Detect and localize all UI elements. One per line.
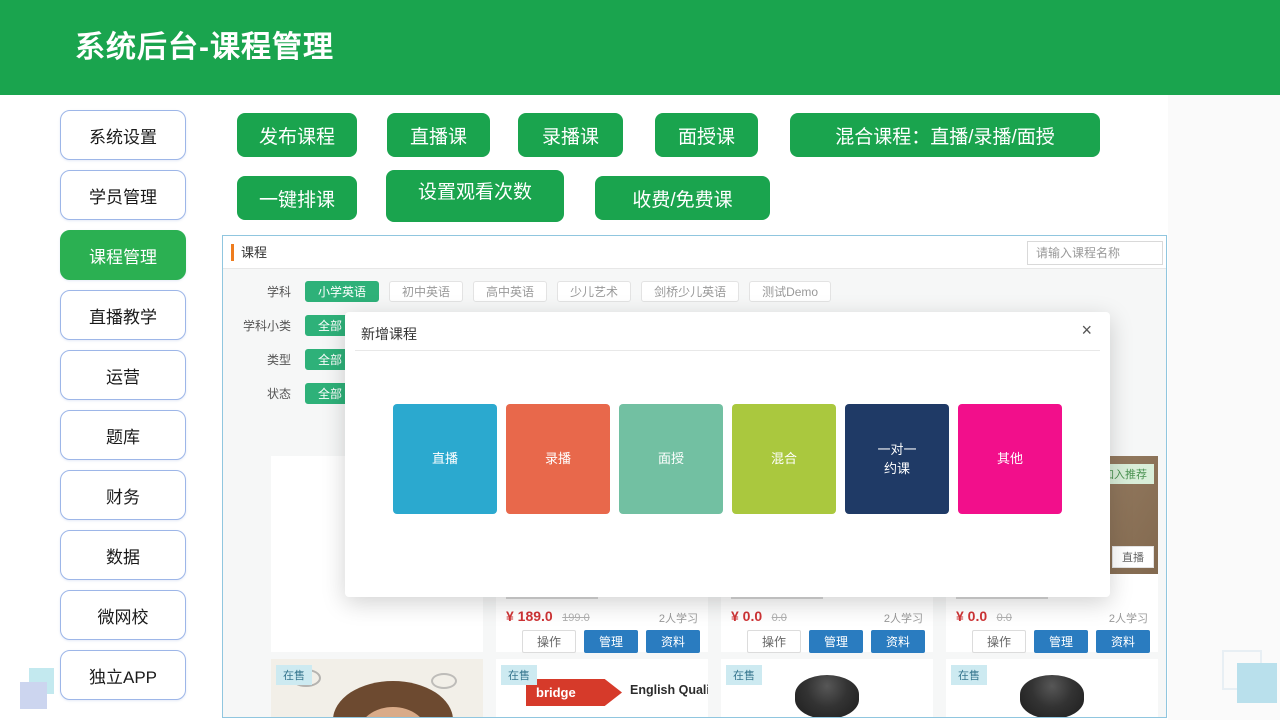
on-sale-badge: 在售 (276, 665, 312, 685)
price-row: ¥ 0.0 0.0 2人学习 (956, 608, 1148, 626)
globe-base-photo (1020, 675, 1084, 718)
pill-recorded-course[interactable]: 录播课 (518, 113, 623, 157)
corner-decoration (1237, 663, 1277, 703)
pill-offline-course[interactable]: 面授课 (655, 113, 758, 157)
tile-offline[interactable]: 面授 (619, 404, 723, 514)
material-button[interactable]: 资料 (871, 630, 925, 653)
panel-accent-bar (231, 244, 234, 261)
sidebar-item-operations[interactable]: 运营 (60, 350, 186, 400)
operate-button[interactable]: 操作 (747, 630, 801, 653)
filter-label: 学科 (223, 283, 291, 300)
filter-tag-junior-english[interactable]: 初中英语 (389, 281, 463, 302)
price-row: ¥ 0.0 0.0 2人学习 (731, 608, 923, 626)
tile-label-line2: 约课 (884, 459, 910, 479)
corner-decoration (20, 682, 47, 709)
students-count: 2人学习 (1109, 610, 1148, 626)
sidebar-item-finance[interactable]: 财务 (60, 470, 186, 520)
pill-set-view-count[interactable]: 设置观看次数 (386, 170, 564, 222)
on-sale-badge: 在售 (726, 665, 762, 685)
app-header: 系统后台-课程管理 (0, 0, 1280, 95)
right-background (1168, 95, 1280, 720)
filter-row-type: 类型 全部 (223, 347, 355, 371)
course-thumbnail-card[interactable]: 在售 bridge English Qualifications (496, 659, 708, 718)
pill-paid-free-course[interactable]: 收费/免费课 (595, 176, 770, 220)
pill-mixed-course[interactable]: 混合课程：直播/录播/面授 (790, 113, 1100, 157)
filter-tag-test-demo[interactable]: 测试Demo (749, 281, 831, 302)
tile-recorded[interactable]: 录播 (506, 404, 610, 514)
course-type-tiles: 直播 录播 面授 混合 一对一 约课 其他 (393, 404, 1062, 514)
page-title: 系统后台-课程管理 (75, 0, 334, 95)
panel-header: 课程 (223, 236, 1166, 269)
search-input[interactable] (1027, 241, 1163, 265)
globe-base-photo (795, 675, 859, 718)
manage-button[interactable]: 管理 (1034, 630, 1088, 653)
sidebar-item-system-settings[interactable]: 系统设置 (60, 110, 186, 160)
tile-mixed[interactable]: 混合 (732, 404, 836, 514)
filter-tags: 小学英语 初中英语 高中英语 少儿艺术 剑桥少儿英语 测试Demo (305, 281, 831, 302)
original-price: 199.0 (562, 612, 590, 624)
tile-label: 其他 (997, 449, 1023, 469)
sidebar-item-student-management[interactable]: 学员管理 (60, 170, 186, 220)
students-count: 2人学习 (659, 610, 698, 626)
new-course-modal: 新增课程 × 直播 录播 面授 混合 一对一 约课 其他 (345, 312, 1110, 597)
course-price: ¥ 0.0 (956, 608, 987, 624)
filter-row-status: 状态 全部 (223, 381, 355, 405)
modal-divider (355, 350, 1100, 351)
tile-label: 录播 (545, 449, 571, 469)
filter-tag-cambridge-english[interactable]: 剑桥少儿英语 (641, 281, 739, 302)
sidebar-item-live-teaching[interactable]: 直播教学 (60, 290, 186, 340)
original-price: 0.0 (997, 612, 1012, 624)
sidebar-item-data[interactable]: 数据 (60, 530, 186, 580)
sidebar-item-standalone-app[interactable]: 独立APP (60, 650, 186, 700)
filter-tag-children-art[interactable]: 少儿艺术 (557, 281, 631, 302)
tile-other[interactable]: 其他 (958, 404, 1062, 514)
filter-label: 状态 (223, 385, 291, 402)
pill-one-click-schedule[interactable]: 一键排课 (237, 176, 357, 220)
material-button[interactable]: 资料 (646, 630, 700, 653)
filter-row-subject: 学科 小学英语 初中英语 高中英语 少儿艺术 剑桥少儿英语 测试Demo (223, 279, 831, 303)
course-price: ¥ 0.0 (731, 608, 762, 624)
sidebar-item-question-bank[interactable]: 题库 (60, 410, 186, 460)
manage-button[interactable]: 管理 (809, 630, 863, 653)
filter-label: 学科小类 (223, 317, 291, 334)
cambridge-logo: bridge (526, 679, 622, 706)
panel-title: 课程 (241, 236, 267, 269)
material-button[interactable]: 资料 (1096, 630, 1150, 653)
tile-label-line1: 一对一 (877, 440, 916, 460)
pill-live-course[interactable]: 直播课 (387, 113, 490, 157)
course-thumbnail-card[interactable]: 在售 (721, 659, 933, 718)
on-sale-badge: 在售 (501, 665, 537, 685)
tile-label: 直播 (432, 449, 458, 469)
cambridge-title: English Qualifications (630, 683, 708, 697)
sidebar-item-course-management[interactable]: 课程管理 (60, 230, 186, 280)
course-price: ¥ 189.0 (506, 608, 553, 624)
operate-button[interactable]: 操作 (522, 630, 576, 653)
tile-one-on-one[interactable]: 一对一 约课 (845, 404, 949, 514)
sidebar-item-micro-school[interactable]: 微网校 (60, 590, 186, 640)
original-price: 0.0 (772, 612, 787, 624)
manage-button[interactable]: 管理 (584, 630, 638, 653)
students-count: 2人学习 (884, 610, 923, 626)
price-row: ¥ 189.0 199.0 2人学习 (506, 608, 698, 626)
tile-label: 面授 (658, 449, 684, 469)
course-thumbnail-card[interactable]: 在售 (271, 659, 483, 718)
filter-tag-senior-english[interactable]: 高中英语 (473, 281, 547, 302)
pill-publish-course[interactable]: 发布课程 (237, 113, 357, 157)
tile-label: 混合 (771, 449, 797, 469)
filter-label: 类型 (223, 351, 291, 368)
on-sale-badge: 在售 (951, 665, 987, 685)
course-thumbnail-card[interactable]: 在售 (946, 659, 1158, 718)
filter-tag-primary-english[interactable]: 小学英语 (305, 281, 379, 302)
modal-title: 新增课程 (361, 324, 417, 344)
course-type-badge: 直播 (1112, 546, 1154, 568)
tile-live[interactable]: 直播 (393, 404, 497, 514)
operate-button[interactable]: 操作 (972, 630, 1026, 653)
filter-row-subcategory: 学科小类 全部 (223, 313, 355, 337)
close-icon[interactable]: × (1081, 321, 1092, 339)
